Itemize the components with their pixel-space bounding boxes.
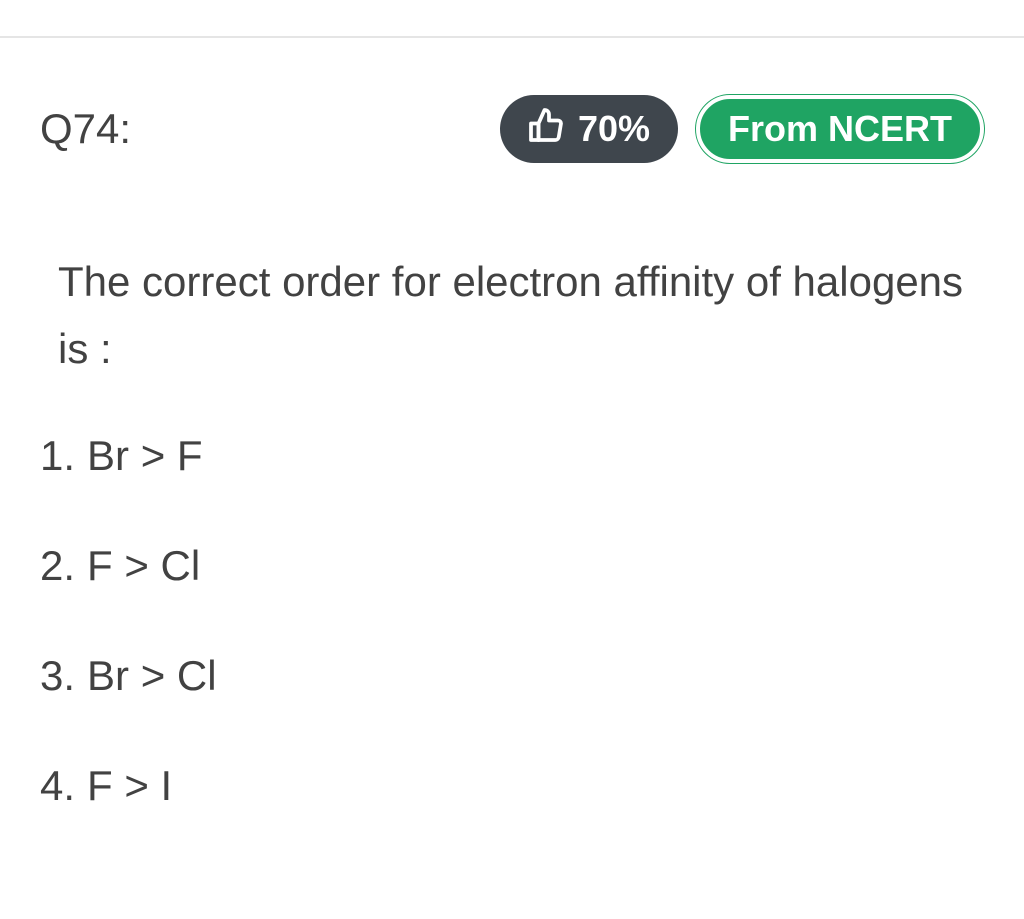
option-number: 4.	[40, 762, 75, 810]
option-number: 2.	[40, 542, 75, 590]
source-badge[interactable]: From NCERT	[696, 95, 984, 163]
question-number: Q74:	[40, 105, 131, 153]
option-3[interactable]: 3. Br > Cl	[40, 652, 217, 700]
options-list: 1. Br > F 2. F > Cl 3. Br > Cl 4. F > I	[40, 432, 217, 810]
rating-percent: 70%	[578, 108, 650, 150]
top-divider	[0, 36, 1024, 38]
option-text: Br > Cl	[87, 652, 217, 700]
option-1[interactable]: 1. Br > F	[40, 432, 217, 480]
rating-badge[interactable]: 70%	[500, 95, 678, 163]
option-text: F > Cl	[87, 542, 200, 590]
thumbs-up-icon	[528, 107, 564, 152]
question-text: The correct order for electron affinity …	[58, 248, 984, 382]
badges-container: 70% From NCERT	[500, 95, 984, 163]
option-number: 3.	[40, 652, 75, 700]
option-text: Br > F	[87, 432, 203, 480]
option-text: F > I	[87, 762, 172, 810]
option-4[interactable]: 4. F > I	[40, 762, 217, 810]
option-2[interactable]: 2. F > Cl	[40, 542, 217, 590]
option-number: 1.	[40, 432, 75, 480]
question-header: Q74: 70% From NCERT	[40, 95, 984, 163]
source-label: From NCERT	[728, 108, 952, 150]
